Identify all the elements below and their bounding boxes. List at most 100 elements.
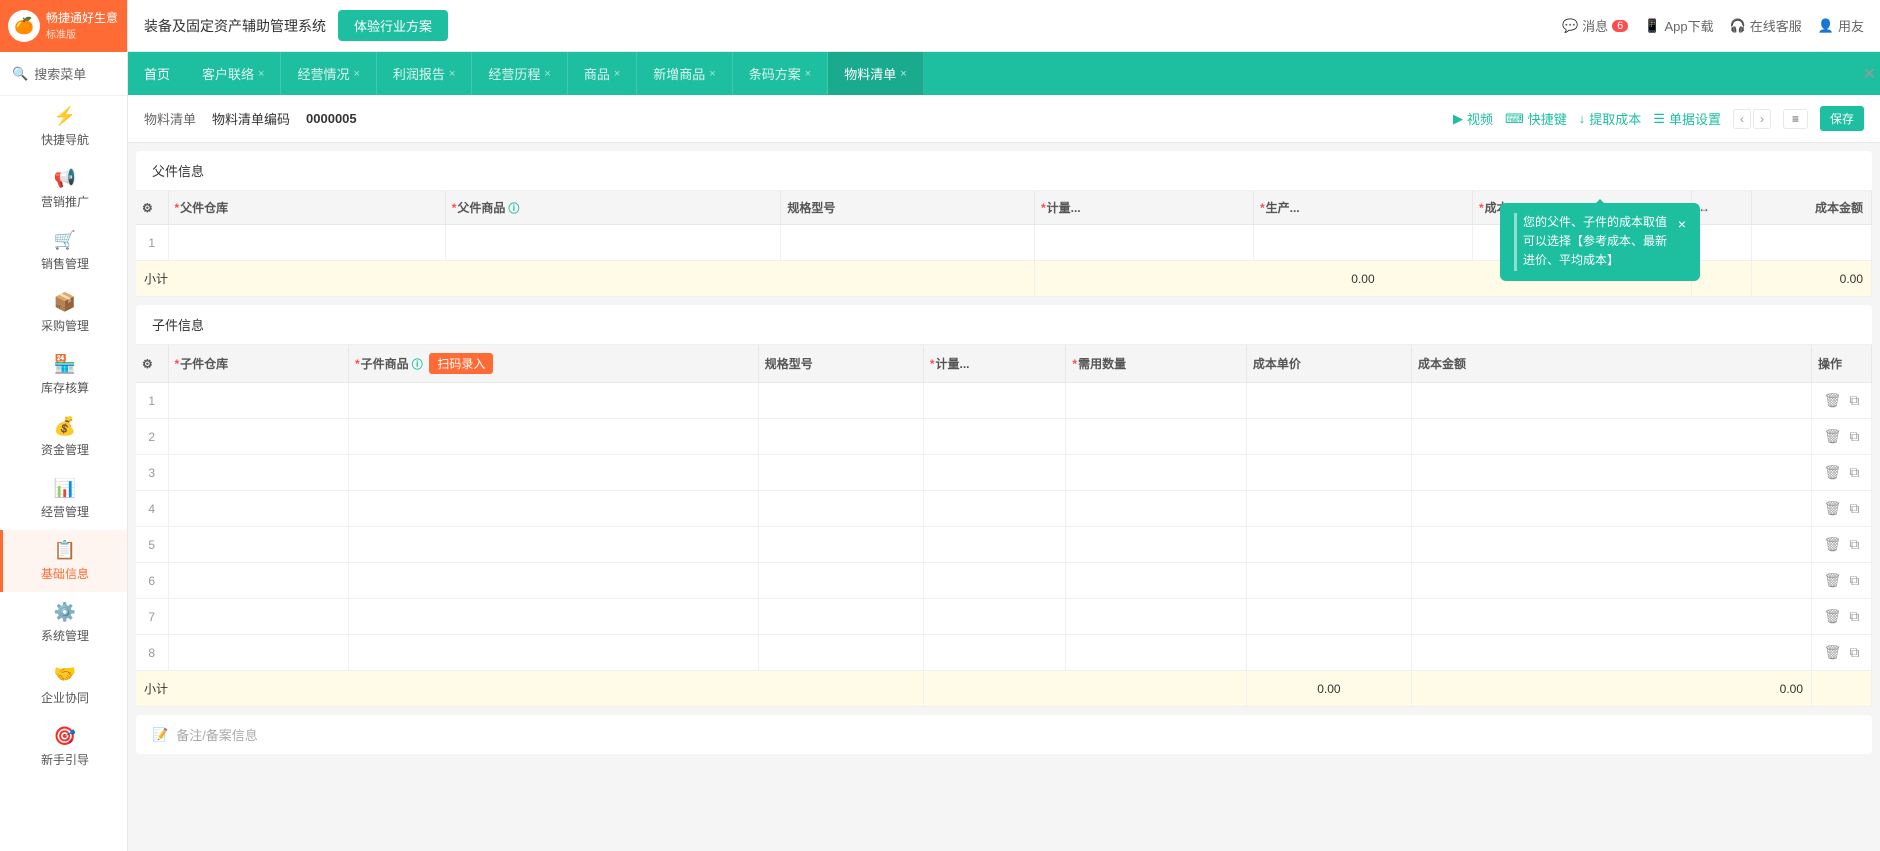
tab-goods[interactable]: 商品 ×: [568, 52, 637, 95]
child-row-needed-qty[interactable]: [1066, 599, 1246, 635]
message-button[interactable]: 💬 消息 6: [1562, 16, 1628, 35]
child-row-unit-cost[interactable]: [1246, 599, 1411, 635]
child-row-qty[interactable]: [923, 527, 1066, 563]
child-row-goods[interactable]: [348, 419, 758, 455]
sidebar-item-system[interactable]: ⚙️ 系统管理: [0, 592, 127, 654]
sidebar-item-inventory[interactable]: 🏪 库存核算: [0, 344, 127, 406]
child-row-amount[interactable]: [1412, 527, 1812, 563]
child-row-needed-qty[interactable]: [1066, 563, 1246, 599]
child-row-amount[interactable]: [1412, 419, 1812, 455]
tab-operations-close[interactable]: ×: [353, 68, 359, 80]
child-row-goods[interactable]: [348, 635, 758, 671]
prev-record-button[interactable]: ‹: [1733, 109, 1751, 129]
trial-button[interactable]: 体验行业方案: [338, 10, 448, 41]
parent-row-warehouse[interactable]: [168, 225, 445, 261]
child-row-qty[interactable]: [923, 455, 1066, 491]
parent-row-goods[interactable]: [445, 225, 781, 261]
copy-row-button[interactable]: ⧉: [1847, 534, 1861, 555]
copy-row-button[interactable]: ⧉: [1847, 498, 1861, 519]
sidebar-item-operations[interactable]: 📊 经营管理: [0, 468, 127, 530]
copy-row-button[interactable]: ⧉: [1847, 390, 1861, 411]
child-row-qty[interactable]: [923, 419, 1066, 455]
scan-input-button[interactable]: 扫码录入: [429, 353, 493, 374]
delete-row-button[interactable]: 🗑: [1822, 570, 1844, 591]
child-row-needed-qty[interactable]: [1066, 527, 1246, 563]
child-row-amount[interactable]: [1412, 491, 1812, 527]
sidebar-item-marketing[interactable]: 📢 营销推广: [0, 158, 127, 220]
list-view-button[interactable]: ≡: [1783, 109, 1808, 129]
child-row-qty[interactable]: [923, 635, 1066, 671]
tab-goods-close[interactable]: ×: [614, 68, 620, 80]
tab-operations[interactable]: 经营情况 ×: [281, 52, 376, 95]
copy-row-button[interactable]: ⧉: [1847, 642, 1861, 663]
tab-bom[interactable]: 物料清单 ×: [828, 52, 923, 95]
child-row-unit-cost[interactable]: [1246, 491, 1411, 527]
parent-row-spec[interactable]: [781, 225, 1035, 261]
sidebar-item-guide[interactable]: 🎯 新手引导: [0, 716, 127, 778]
tab-new-goods[interactable]: 新增商品 ×: [637, 52, 732, 95]
note-placeholder[interactable]: 备注/备案信息: [176, 725, 258, 744]
user-button[interactable]: 👤 用友: [1818, 16, 1864, 35]
copy-row-button[interactable]: ⧉: [1847, 462, 1861, 483]
child-row-warehouse[interactable]: [168, 563, 348, 599]
child-row-amount[interactable]: [1412, 599, 1812, 635]
child-row-qty[interactable]: [923, 599, 1066, 635]
copy-row-button[interactable]: ⧉: [1847, 426, 1861, 447]
child-row-goods[interactable]: [348, 599, 758, 635]
child-row-goods[interactable]: [348, 491, 758, 527]
copy-row-button[interactable]: ⧉: [1847, 606, 1861, 627]
sidebar-item-enterprise[interactable]: 🤝 企业协同: [0, 654, 127, 716]
tooltip-close-button[interactable]: ×: [1678, 213, 1686, 235]
delete-row-button[interactable]: 🗑: [1822, 534, 1844, 555]
child-row-warehouse[interactable]: [168, 599, 348, 635]
child-row-qty[interactable]: [923, 491, 1066, 527]
tab-profit-close[interactable]: ×: [449, 68, 455, 80]
child-row-amount[interactable]: [1412, 563, 1812, 599]
child-row-qty[interactable]: [923, 563, 1066, 599]
child-row-needed-qty[interactable]: [1066, 419, 1246, 455]
child-row-amount[interactable]: [1412, 635, 1812, 671]
child-row-warehouse[interactable]: [168, 491, 348, 527]
tab-bom-close[interactable]: ×: [900, 68, 906, 80]
delete-row-button[interactable]: 🗑: [1822, 642, 1844, 663]
sidebar-item-basic-info[interactable]: 📋 基础信息: [0, 530, 127, 592]
sidebar-item-quick-nav[interactable]: ⚡ 快捷导航: [0, 96, 127, 158]
tab-history-close[interactable]: ×: [544, 68, 550, 80]
extract-cost-button[interactable]: ↓ 提取成本: [1579, 109, 1642, 128]
tab-customers-close[interactable]: ×: [258, 68, 264, 80]
sidebar-item-sales[interactable]: 🛒 销售管理: [0, 220, 127, 282]
child-row-unit-cost[interactable]: [1246, 635, 1411, 671]
app-download-button[interactable]: 📱 App下载: [1644, 16, 1713, 35]
child-row-spec[interactable]: [758, 419, 923, 455]
save-button[interactable]: 保存: [1820, 106, 1864, 131]
child-row-goods[interactable]: [348, 383, 758, 419]
child-row-spec[interactable]: [758, 455, 923, 491]
child-row-warehouse[interactable]: [168, 419, 348, 455]
close-all-tabs-button[interactable]: ✕: [1859, 64, 1880, 84]
child-row-unit-cost[interactable]: [1246, 383, 1411, 419]
child-row-amount[interactable]: [1412, 383, 1812, 419]
sidebar-item-purchase[interactable]: 📦 采购管理: [0, 282, 127, 344]
tab-home[interactable]: 首页: [128, 52, 186, 95]
child-row-warehouse[interactable]: [168, 635, 348, 671]
child-row-spec[interactable]: [758, 383, 923, 419]
tab-new-goods-close[interactable]: ×: [709, 68, 715, 80]
delete-row-button[interactable]: 🗑: [1822, 606, 1844, 627]
parent-row-qty[interactable]: [1034, 225, 1253, 261]
copy-row-button[interactable]: ⧉: [1847, 570, 1861, 591]
child-row-unit-cost[interactable]: [1246, 563, 1411, 599]
child-row-spec[interactable]: [758, 599, 923, 635]
online-service-button[interactable]: 🎧 在线客服: [1730, 16, 1802, 35]
tab-history[interactable]: 经营历程 ×: [472, 52, 567, 95]
child-row-spec[interactable]: [758, 527, 923, 563]
child-row-unit-cost[interactable]: [1246, 455, 1411, 491]
child-row-goods[interactable]: [348, 527, 758, 563]
child-row-needed-qty[interactable]: [1066, 635, 1246, 671]
search-menu-button[interactable]: 🔍 搜索菜单: [8, 60, 119, 87]
child-row-unit-cost[interactable]: [1246, 527, 1411, 563]
child-row-warehouse[interactable]: [168, 455, 348, 491]
child-row-spec[interactable]: [758, 491, 923, 527]
parent-col-settings[interactable]: ⚙: [136, 191, 168, 225]
delete-row-button[interactable]: 🗑: [1822, 390, 1844, 411]
child-row-goods[interactable]: [348, 455, 758, 491]
